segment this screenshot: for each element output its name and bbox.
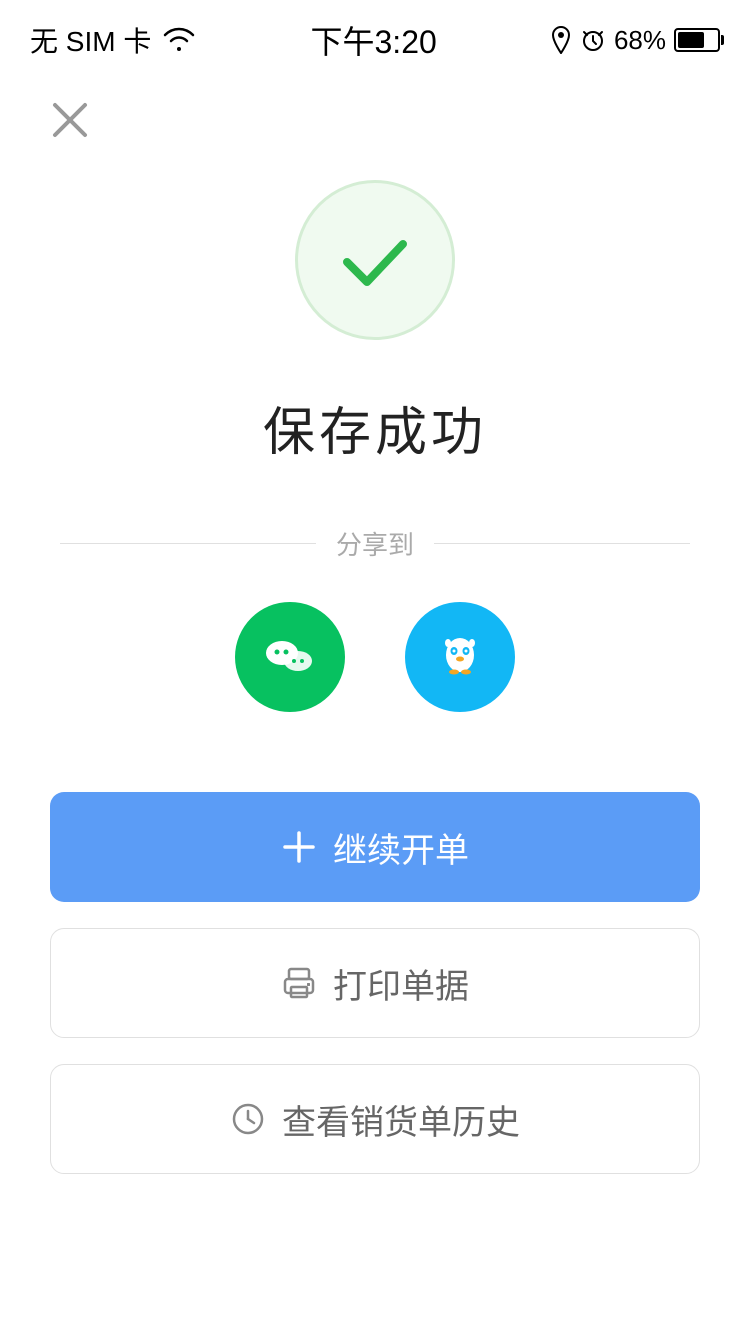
location-icon: [550, 26, 572, 54]
wechat-share-button[interactable]: [235, 602, 345, 712]
qq-icon: [428, 625, 492, 689]
no-sim-text: 无 SIM 卡: [30, 20, 151, 60]
main-content: 保存成功 分享到: [0, 80, 750, 1174]
status-right: 68%: [550, 25, 720, 56]
actions-container: 继续开单 打印单据 查看销货单历史: [0, 792, 750, 1174]
battery-indicator: [674, 28, 720, 52]
history-label: 查看销货单历史: [282, 1095, 520, 1144]
share-icons-container: [235, 602, 515, 712]
history-button[interactable]: 查看销货单历史: [50, 1064, 700, 1174]
share-divider: 分享到: [0, 525, 750, 562]
success-icon-circle: [295, 180, 455, 340]
continue-button[interactable]: 继续开单: [50, 792, 700, 902]
wifi-icon: [161, 27, 197, 53]
status-time: 下午3:20: [311, 17, 437, 63]
close-icon: [49, 99, 91, 141]
divider-line-right: [434, 543, 690, 544]
divider-line-left: [60, 543, 316, 544]
checkmark-icon: [335, 220, 415, 300]
status-left: 无 SIM 卡: [30, 20, 197, 60]
print-button[interactable]: 打印单据: [50, 928, 700, 1038]
print-label: 打印单据: [333, 959, 469, 1008]
share-label: 分享到: [316, 525, 434, 562]
success-title: 保存成功: [263, 390, 487, 465]
status-bar: 无 SIM 卡 下午3:20 68%: [0, 0, 750, 80]
printer-icon: [281, 965, 317, 1001]
alarm-icon: [580, 26, 606, 54]
wechat-icon: [258, 625, 322, 689]
plus-icon: [281, 829, 317, 865]
qq-share-button[interactable]: [405, 602, 515, 712]
clock-icon: [230, 1101, 266, 1137]
continue-label: 继续开单: [333, 823, 469, 872]
battery-percent: 68%: [614, 25, 666, 56]
close-button[interactable]: [40, 90, 100, 150]
